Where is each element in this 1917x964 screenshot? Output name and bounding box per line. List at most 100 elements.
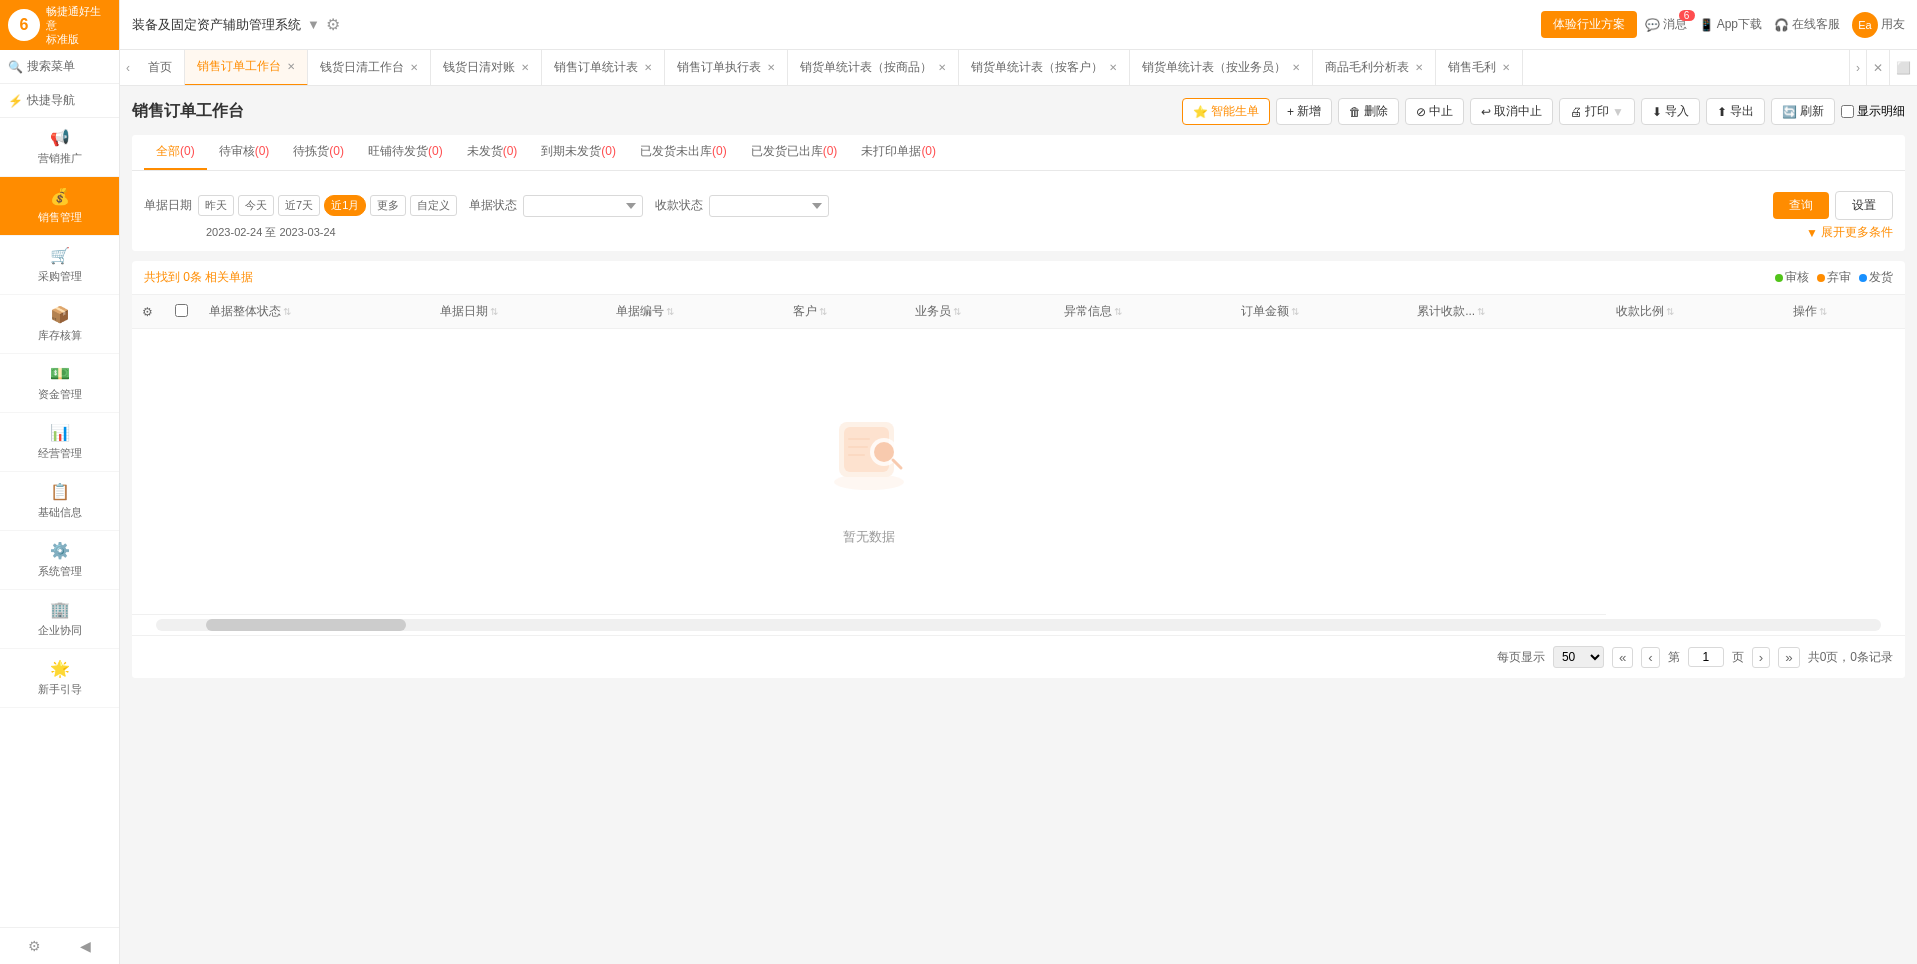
online-service-btn[interactable]: 🎧 在线客服 bbox=[1774, 16, 1840, 33]
refresh-btn[interactable]: 🔄 刷新 bbox=[1771, 98, 1835, 125]
header-settings-icon[interactable]: ⚙ bbox=[326, 15, 340, 34]
sort-icon-ratio[interactable]: ⇅ bbox=[1666, 306, 1674, 317]
tab-close-cash-reconcile[interactable]: ✕ bbox=[521, 62, 529, 73]
import-btn[interactable]: ⬇ 导入 bbox=[1641, 98, 1700, 125]
tab-sales-summary-product[interactable]: 销货单统计表（按商品）✕ bbox=[788, 50, 959, 86]
sub-tab-all[interactable]: 全部(0) bbox=[144, 135, 207, 170]
show-detail-checkbox[interactable] bbox=[1841, 105, 1854, 118]
select-all-checkbox[interactable] bbox=[175, 304, 188, 317]
tab-close-sales-workbench[interactable]: ✕ bbox=[287, 61, 295, 72]
sub-tab-pending-pickup[interactable]: 待拣货(0) bbox=[281, 135, 356, 170]
tab-close-sales-summary-customer[interactable]: ✕ bbox=[1109, 62, 1117, 73]
date-btn-自定义[interactable]: 自定义 bbox=[410, 195, 457, 216]
sidebar-item-finance[interactable]: 💵资金管理 bbox=[0, 354, 119, 413]
tab-close-sales-summary-staff[interactable]: ✕ bbox=[1292, 62, 1300, 73]
sub-tab-shipped-out[interactable]: 已发货已出库(0) bbox=[739, 135, 850, 170]
tab-sales-summary-staff[interactable]: 销货单统计表（按业务员）✕ bbox=[1130, 50, 1313, 86]
sidebar-item-basic[interactable]: 📋基础信息 bbox=[0, 472, 119, 531]
sidebar-item-inventory[interactable]: 📦库存核算 bbox=[0, 295, 119, 354]
tab-cash-daily[interactable]: 钱货日清工作台✕ bbox=[308, 50, 431, 86]
user-profile-btn[interactable]: Ea 用友 bbox=[1852, 12, 1905, 38]
sidebar-item-purchase[interactable]: 🛒采购管理 bbox=[0, 236, 119, 295]
date-btn-更多[interactable]: 更多 bbox=[370, 195, 406, 216]
sidebar-item-enterprise[interactable]: 🏢企业协同 bbox=[0, 590, 119, 649]
sub-tab-shipped-not-out[interactable]: 已发货未出库(0) bbox=[628, 135, 739, 170]
export-btn[interactable]: ⬆ 导出 bbox=[1706, 98, 1765, 125]
sidebar-item-operations[interactable]: 📊经营管理 bbox=[0, 413, 119, 472]
tab-close-sales-summary-product[interactable]: ✕ bbox=[938, 62, 946, 73]
col-checkbox[interactable] bbox=[163, 295, 199, 329]
delete-btn[interactable]: 🗑 删除 bbox=[1338, 98, 1399, 125]
sub-tab-overdue-not-shipped[interactable]: 到期未发货(0) bbox=[529, 135, 628, 170]
date-btn-昨天[interactable]: 昨天 bbox=[198, 195, 234, 216]
sort-icon-number[interactable]: ⇅ bbox=[666, 306, 674, 317]
date-btn-近1月[interactable]: 近1月 bbox=[324, 195, 366, 216]
payment-select[interactable] bbox=[709, 195, 829, 217]
header-dropdown-icon[interactable]: ▼ bbox=[307, 17, 320, 32]
expand-btn[interactable]: ▼ 展开更多条件 bbox=[1806, 224, 1893, 241]
sub-tab-wangpu-pending[interactable]: 旺铺待发货(0) bbox=[356, 135, 455, 170]
tab-close-margin-analysis[interactable]: ✕ bbox=[1415, 62, 1423, 73]
tab-close-all[interactable]: ✕ bbox=[1866, 50, 1889, 86]
unreviewed-action-btn[interactable]: 弃审 bbox=[1817, 269, 1851, 286]
tab-close-sales-profit[interactable]: ✕ bbox=[1502, 62, 1510, 73]
sidebar-search[interactable]: 🔍 搜索菜单 bbox=[0, 50, 119, 84]
sort-icon-error[interactable]: ⇅ bbox=[1114, 306, 1122, 317]
tab-close-sales-stats[interactable]: ✕ bbox=[644, 62, 652, 73]
sort-icon-status[interactable]: ⇅ bbox=[283, 306, 291, 317]
sidebar-settings-btn[interactable]: ⚙ bbox=[28, 938, 41, 954]
industry-btn[interactable]: 体验行业方案 bbox=[1541, 11, 1637, 38]
page-size-select[interactable]: 102050100 bbox=[1553, 646, 1604, 668]
tab-sales-exec[interactable]: 销售订单执行表✕ bbox=[665, 50, 788, 86]
sort-icon-collected[interactable]: ⇅ bbox=[1477, 306, 1485, 317]
last-page-btn[interactable]: » bbox=[1778, 647, 1799, 668]
date-btn-今天[interactable]: 今天 bbox=[238, 195, 274, 216]
tab-margin-analysis[interactable]: 商品毛利分析表✕ bbox=[1313, 50, 1436, 86]
tab-cash-reconcile[interactable]: 钱货日清对账✕ bbox=[431, 50, 542, 86]
tab-close-sales-exec[interactable]: ✕ bbox=[767, 62, 775, 73]
sort-icon-customer[interactable]: ⇅ bbox=[819, 306, 827, 317]
sort-icon-date[interactable]: ⇅ bbox=[490, 306, 498, 317]
col-settings[interactable]: ⚙ bbox=[132, 295, 163, 329]
sub-tab-pending-review[interactable]: 待审核(0) bbox=[207, 135, 282, 170]
app-download-btn[interactable]: 📱 App下载 bbox=[1699, 16, 1762, 33]
next-page-btn[interactable]: › bbox=[1752, 647, 1770, 668]
sidebar-item-system[interactable]: ⚙️系统管理 bbox=[0, 531, 119, 590]
sidebar-collapse-btn[interactable]: ◀ bbox=[80, 938, 91, 954]
tab-maximize[interactable]: ⬜ bbox=[1889, 50, 1917, 86]
cancel-stop-btn[interactable]: ↩ 取消中止 bbox=[1470, 98, 1553, 125]
sub-tab-not-shipped[interactable]: 未发货(0) bbox=[455, 135, 530, 170]
sort-icon-amount[interactable]: ⇅ bbox=[1291, 306, 1299, 317]
date-btn-近7天[interactable]: 近7天 bbox=[278, 195, 320, 216]
tab-close-cash-daily[interactable]: ✕ bbox=[410, 62, 418, 73]
tab-sales-summary-customer[interactable]: 销货单统计表（按客户）✕ bbox=[959, 50, 1130, 86]
sidebar-item-sales[interactable]: 💰销售管理 bbox=[0, 177, 119, 236]
smart-gen-btn[interactable]: ⭐ 智能生单 bbox=[1182, 98, 1270, 125]
status-select[interactable] bbox=[523, 195, 643, 217]
review-action-btn[interactable]: 审核 bbox=[1775, 269, 1809, 286]
add-btn[interactable]: + 新增 bbox=[1276, 98, 1332, 125]
tab-scroll-right[interactable]: › bbox=[1849, 50, 1866, 86]
page-number-input[interactable] bbox=[1688, 647, 1724, 667]
tab-sales-profit[interactable]: 销售毛利✕ bbox=[1436, 50, 1523, 86]
first-page-btn[interactable]: « bbox=[1612, 647, 1633, 668]
stop-btn[interactable]: ⊘ 中止 bbox=[1405, 98, 1464, 125]
print-btn[interactable]: 🖨 打印 ▼ bbox=[1559, 98, 1635, 125]
filter-settings-btn[interactable]: 设置 bbox=[1835, 191, 1893, 220]
tab-scroll-left[interactable]: ‹ bbox=[120, 50, 136, 86]
prev-page-btn[interactable]: ‹ bbox=[1641, 647, 1659, 668]
sort-icon-action[interactable]: ⇅ bbox=[1819, 306, 1827, 317]
tab-sales-stats[interactable]: 销售订单统计表✕ bbox=[542, 50, 665, 86]
horizontal-scrollbar[interactable] bbox=[132, 615, 1905, 635]
tab-sales-workbench[interactable]: 销售订单工作台✕ bbox=[185, 50, 308, 86]
sidebar-item-marketing[interactable]: 📢营销推广 bbox=[0, 118, 119, 177]
sidebar-quick-nav[interactable]: ⚡ 快捷导航 bbox=[0, 84, 119, 118]
ship-action-btn[interactable]: 发货 bbox=[1859, 269, 1893, 286]
sidebar-item-guide[interactable]: 🌟新手引导 bbox=[0, 649, 119, 708]
message-btn[interactable]: 💬 消息 6 bbox=[1645, 16, 1687, 33]
show-detail-toggle[interactable]: 显示明细 bbox=[1841, 103, 1905, 120]
tab-home[interactable]: 首页 bbox=[136, 50, 185, 86]
sub-tab-not-printed[interactable]: 未打印单据(0) bbox=[849, 135, 948, 170]
sort-icon-staff[interactable]: ⇅ bbox=[953, 306, 961, 317]
query-btn[interactable]: 查询 bbox=[1773, 192, 1829, 219]
